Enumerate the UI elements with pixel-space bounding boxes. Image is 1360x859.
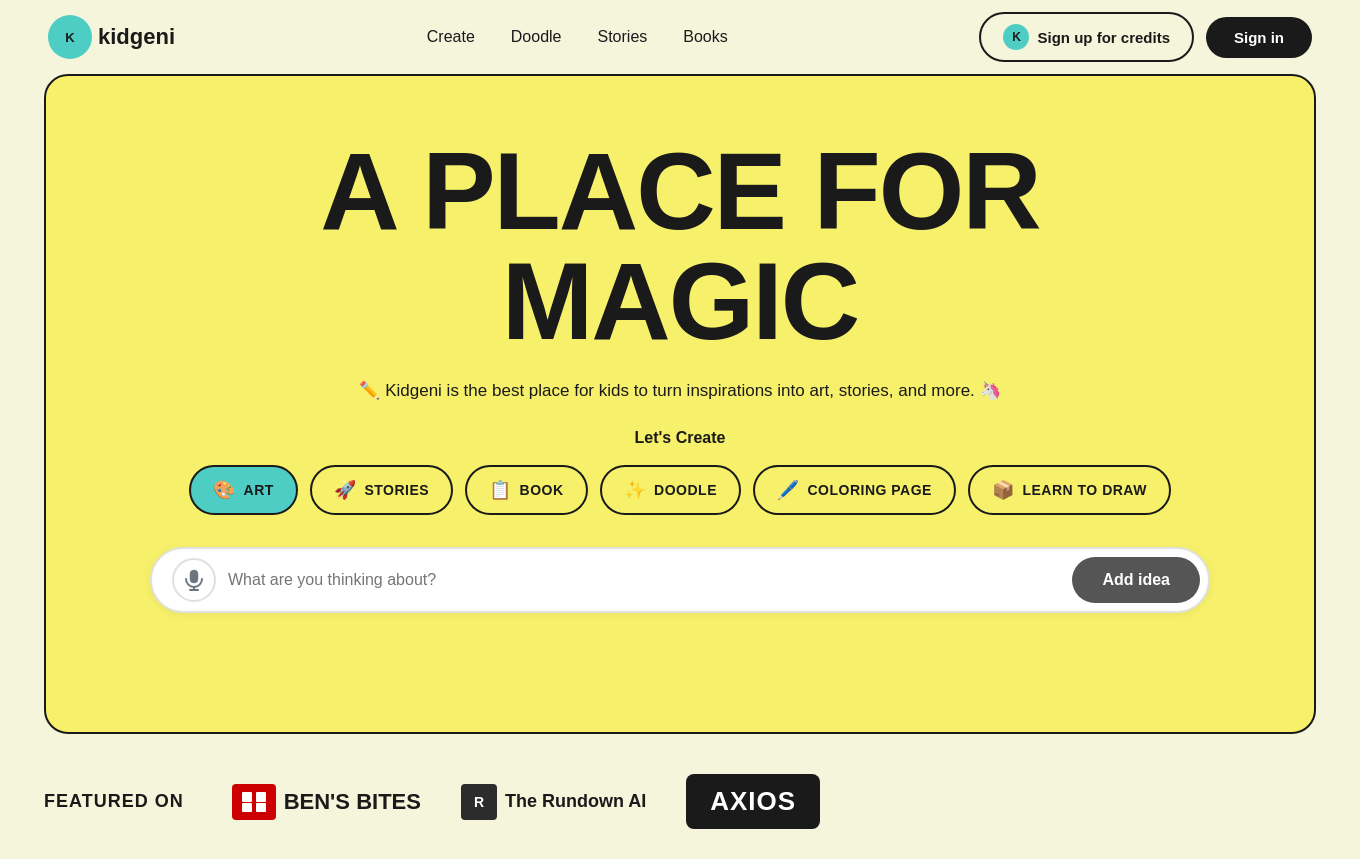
search-bar: Add idea [150,547,1210,613]
bens-bites-logo: BEN'S BITES [232,784,421,820]
rundown-icon: R [461,784,497,820]
mic-icon [185,569,203,591]
nav-link-books[interactable]: Books [683,28,727,45]
svg-rect-3 [242,792,252,802]
axios-text: AXIOS [710,786,796,817]
svg-rect-0 [190,570,198,583]
lets-create-label: Let's Create [635,429,726,447]
tab-art[interactable]: 🎨 ART [189,465,298,515]
signup-credits-label: Sign up for credits [1037,29,1170,46]
rundown-text: The Rundown AI [505,791,646,812]
logo-icon: K [48,15,92,59]
svg-rect-4 [256,792,266,802]
tab-learn[interactable]: 📦 LEARN TO DRAW [968,465,1171,515]
nav-link-doodle[interactable]: Doodle [511,28,562,45]
logo-text: kidgeni [98,24,175,50]
featured-section: FEATURED ON BEN'S BITES R The Rundown AI [0,734,1360,849]
nav-link-stories[interactable]: Stories [597,28,647,45]
nav-link-create[interactable]: Create [427,28,475,45]
logo[interactable]: K kidgeni [48,15,175,59]
hero-card: A PLACE FOR MAGIC ✏️ Kidgeni is the best… [44,74,1316,734]
hero-title: A PLACE FOR MAGIC [320,136,1039,356]
svg-rect-6 [256,803,266,812]
bens-bites-icon [232,784,276,820]
learn-icon: 📦 [992,479,1015,501]
search-input[interactable] [228,571,1072,589]
tab-book[interactable]: 📋 BOOK [465,465,588,515]
featured-label: FEATURED ON [44,791,184,812]
axios-card: AXIOS [686,774,820,829]
svg-rect-5 [242,803,252,812]
tab-doodle[interactable]: ✨ DOODLE [600,465,741,515]
coloring-icon: 🖊️ [777,479,800,501]
signin-button[interactable]: Sign in [1206,17,1312,58]
rundown-logo: R The Rundown AI [461,784,646,820]
add-idea-button[interactable]: Add idea [1072,557,1200,603]
doodle-icon: ✨ [624,479,647,501]
stories-icon: 🚀 [334,479,357,501]
book-icon: 📋 [489,479,512,501]
tab-coloring[interactable]: 🖊️ COLORING PAGE [753,465,956,515]
nav-actions: K Sign up for credits Sign in [979,12,1312,62]
signup-credits-button[interactable]: K Sign up for credits [979,12,1194,62]
featured-logos: BEN'S BITES R The Rundown AI AXIOS [232,774,821,829]
bens-bites-text: BEN'S BITES [284,789,421,815]
tab-stories[interactable]: 🚀 STORIES [310,465,453,515]
credits-icon: K [1003,24,1029,50]
art-icon: 🎨 [213,479,236,501]
navbar: K kidgeni Create Doodle Stories Books K … [0,0,1360,74]
nav-links: Create Doodle Stories Books [427,28,728,46]
axios-logo: AXIOS [686,774,820,829]
tabs-row: 🎨 ART 🚀 STORIES 📋 BOOK ✨ DOODLE 🖊️ COLOR… [189,465,1171,515]
mic-button[interactable] [172,558,216,602]
hero-subtitle: ✏️ Kidgeni is the best place for kids to… [359,380,1000,401]
